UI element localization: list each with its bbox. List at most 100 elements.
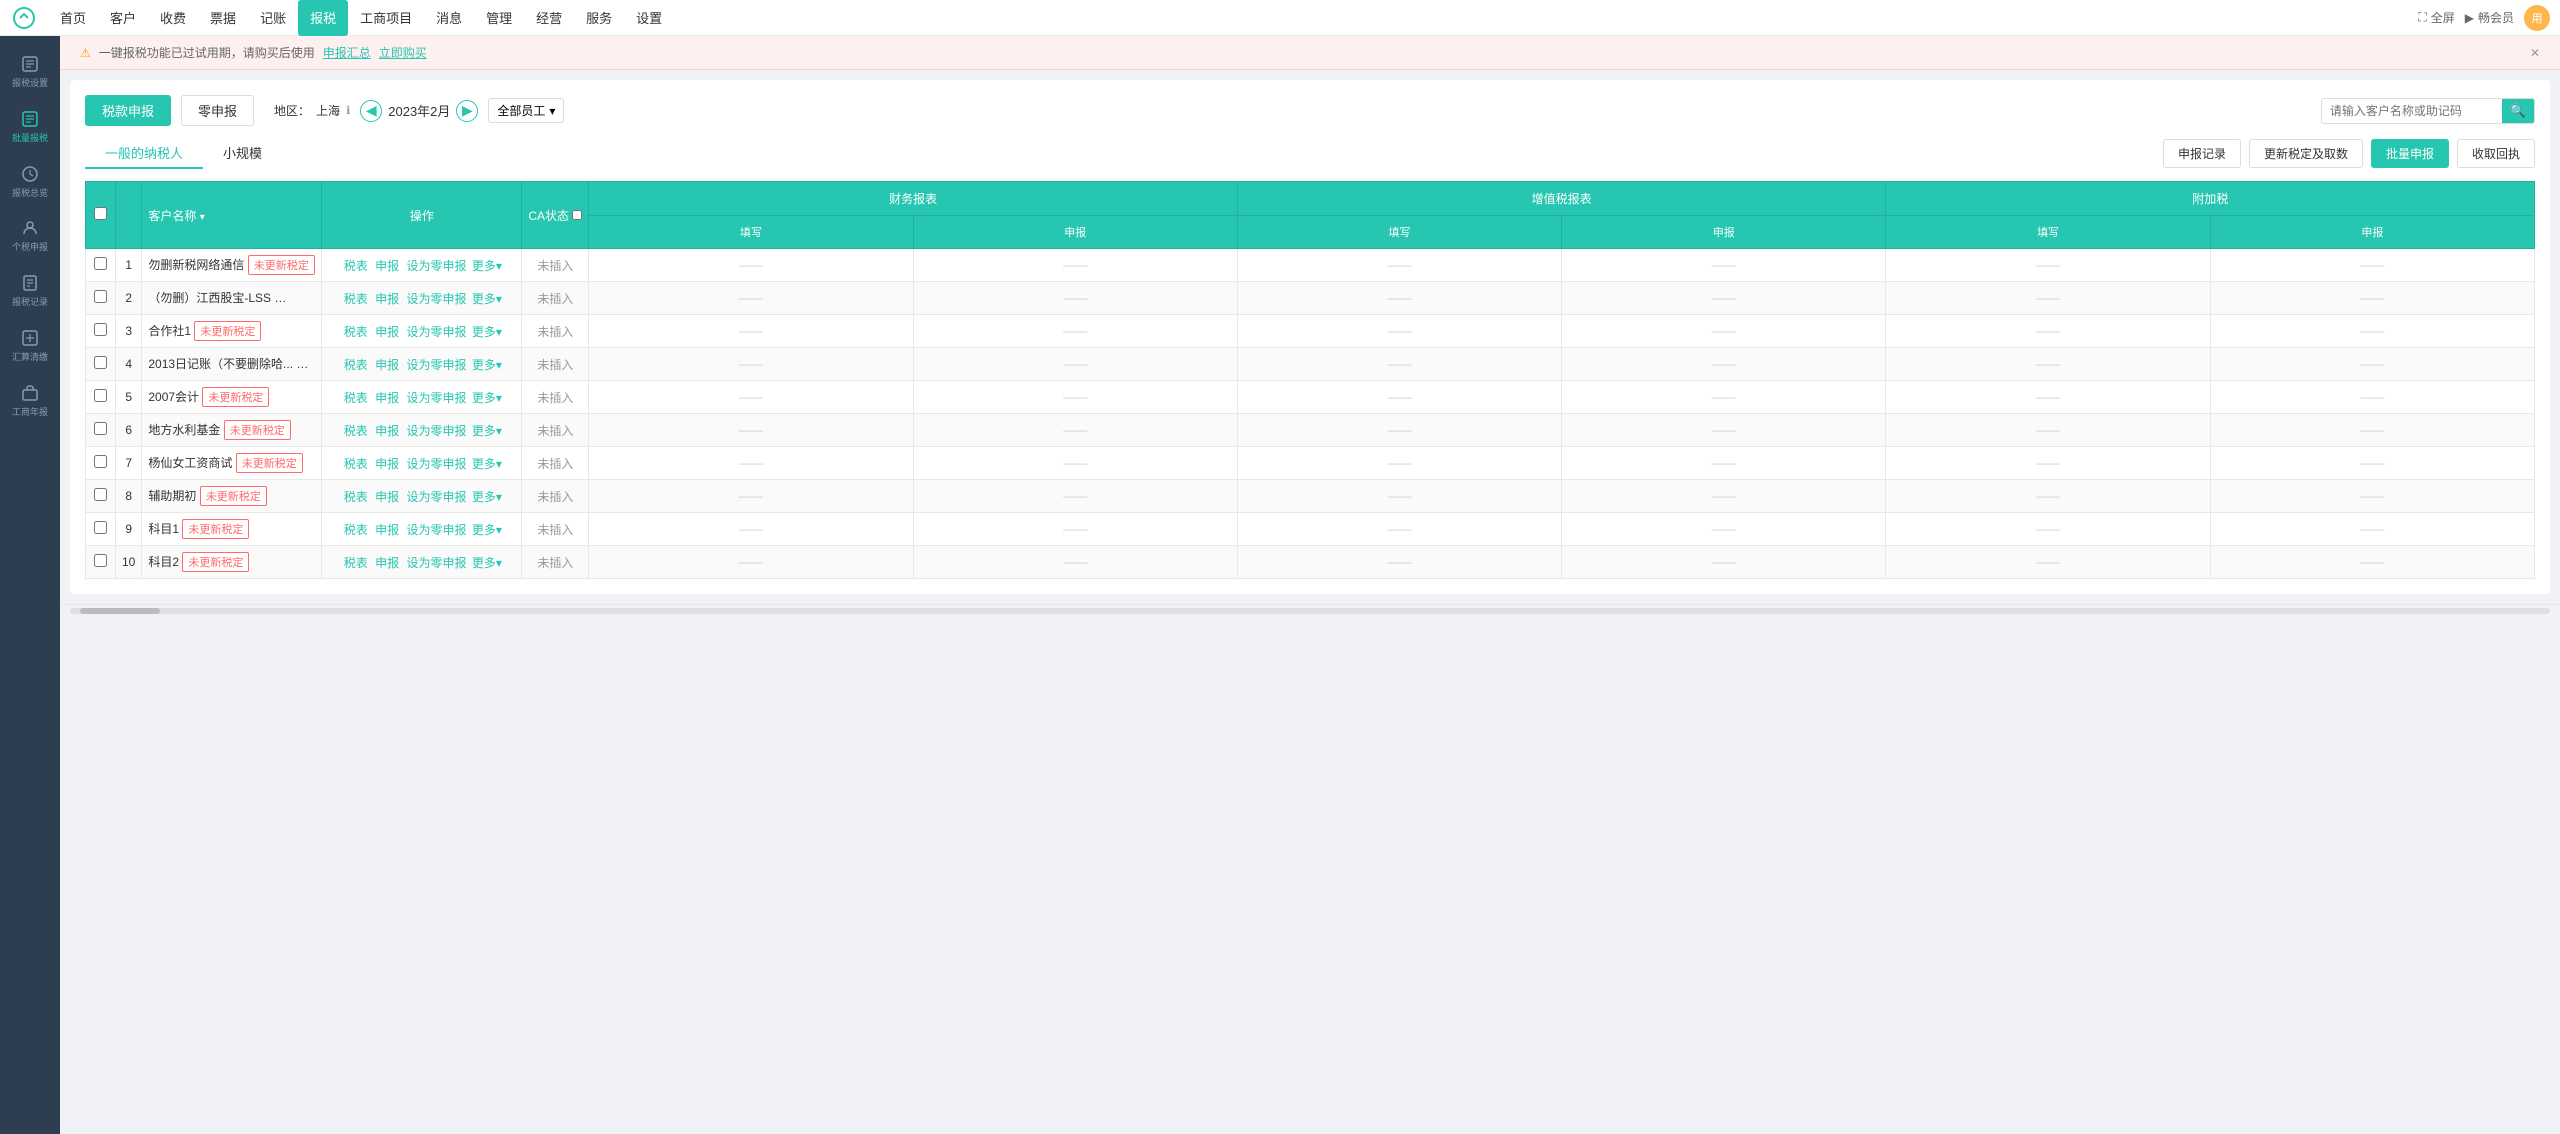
nav-item-operation[interactable]: 经营 — [524, 0, 574, 36]
main-layout: 报税设置 批量报税 报税总览 个税申报 报税记录 — [0, 36, 2560, 1134]
op-set-zero[interactable]: 设为零申报 — [407, 457, 467, 471]
op-submit[interactable]: 申报 — [375, 391, 399, 405]
update-norms-button[interactable]: 更新税定及取数 — [2249, 139, 2363, 168]
user-avatar[interactable]: 用 — [2524, 5, 2550, 31]
record-button[interactable]: 申报记录 — [2163, 139, 2241, 168]
row-checkbox-9[interactable] — [94, 554, 107, 567]
op-more[interactable]: 更多▾ — [472, 325, 502, 339]
nav-item-billing[interactable]: 收费 — [148, 0, 198, 36]
op-set-zero[interactable]: 设为零申报 — [407, 259, 467, 273]
row-checkbox-5[interactable] — [94, 422, 107, 435]
sidebar-item-batch-tax[interactable]: 批量报税 — [0, 99, 60, 154]
op-more[interactable]: 更多▾ — [472, 259, 502, 273]
op-tax-form[interactable]: 税表 — [344, 292, 368, 306]
fullscreen-button[interactable]: ⛶ 全屏 — [2418, 9, 2454, 26]
op-tax-form[interactable]: 税表 — [344, 358, 368, 372]
row-no: 5 — [116, 381, 142, 414]
sub-tab-small-scale[interactable]: 小规模 — [203, 138, 282, 169]
row-ca-status: 未插入 — [522, 315, 589, 348]
op-tax-form[interactable]: 税表 — [344, 391, 368, 405]
nav-item-business[interactable]: 工商项目 — [348, 0, 424, 36]
op-set-zero[interactable]: 设为零申报 — [407, 292, 467, 306]
row-checkbox-7[interactable] — [94, 488, 107, 501]
op-tax-form[interactable]: 税表 — [344, 457, 368, 471]
scroll-thumb[interactable] — [80, 608, 160, 614]
op-set-zero[interactable]: 设为零申报 — [407, 523, 467, 537]
op-submit[interactable]: 申报 — [375, 523, 399, 537]
row-checkbox-0[interactable] — [94, 257, 107, 270]
nav-item-service[interactable]: 服务 — [574, 0, 624, 36]
sidebar-item-personal-tax[interactable]: 个税申报 — [0, 208, 60, 263]
search-input[interactable] — [2322, 100, 2502, 122]
row-checkbox-4[interactable] — [94, 389, 107, 402]
nav-item-settings[interactable]: 设置 — [624, 0, 674, 36]
op-set-zero[interactable]: 设为零申报 — [407, 490, 467, 504]
select-all-checkbox[interactable] — [94, 207, 107, 220]
date-next-button[interactable]: ▶ — [456, 100, 478, 122]
op-submit[interactable]: 申报 — [375, 457, 399, 471]
nav-item-home[interactable]: 首页 — [48, 0, 98, 36]
member-button[interactable]: ▶ 畅会员 — [2465, 9, 2514, 26]
search-button[interactable]: 🔍 — [2502, 99, 2534, 123]
op-submit[interactable]: 申报 — [375, 358, 399, 372]
row-checkbox-8[interactable] — [94, 521, 107, 534]
op-tax-form[interactable]: 税表 — [344, 259, 368, 273]
date-prev-button[interactable]: ◀ — [360, 100, 382, 122]
row-financial-fill: —— — [589, 315, 913, 348]
ca-checkbox[interactable] — [572, 210, 582, 220]
nav-item-tax[interactable]: 报税 — [298, 0, 348, 36]
banner-link-buy[interactable]: 立即购买 — [379, 44, 427, 61]
horizontal-scrollbar[interactable] — [60, 604, 2560, 616]
nav-item-accounting[interactable]: 记账 — [248, 0, 298, 36]
staff-selector[interactable]: 全部员工 ▾ — [488, 98, 564, 123]
row-status-badge: 未更新税定 — [224, 420, 291, 440]
sidebar-item-tax-settings[interactable]: 报税设置 — [0, 44, 60, 99]
op-set-zero[interactable]: 设为零申报 — [407, 391, 467, 405]
nav-item-management[interactable]: 管理 — [474, 0, 524, 36]
nav-item-invoice[interactable]: 票据 — [198, 0, 248, 36]
op-submit[interactable]: 申报 — [375, 325, 399, 339]
op-submit[interactable]: 申报 — [375, 490, 399, 504]
op-more[interactable]: 更多▾ — [472, 556, 502, 570]
op-more[interactable]: 更多▾ — [472, 490, 502, 504]
op-more[interactable]: 更多▾ — [472, 523, 502, 537]
op-submit[interactable]: 申报 — [375, 424, 399, 438]
op-tax-form[interactable]: 税表 — [344, 490, 368, 504]
op-submit[interactable]: 申报 — [375, 292, 399, 306]
nav-item-message[interactable]: 消息 — [424, 0, 474, 36]
op-more[interactable]: 更多▾ — [472, 358, 502, 372]
tab-tax-declaration[interactable]: 税款申报 — [85, 95, 171, 126]
table-container: 客户名称 ▾ 操作 CA状态 财务报表 增值税报表 附加税 填写 申报 填写 申… — [85, 181, 2535, 579]
sidebar-item-tax-record[interactable]: 报税记录 — [0, 263, 60, 318]
op-submit[interactable]: 申报 — [375, 556, 399, 570]
op-tax-form[interactable]: 税表 — [344, 556, 368, 570]
op-more[interactable]: 更多▾ — [472, 457, 502, 471]
sidebar-item-business-report[interactable]: 工商年报 — [0, 373, 60, 428]
op-set-zero[interactable]: 设为零申报 — [407, 556, 467, 570]
op-more[interactable]: 更多▾ — [472, 424, 502, 438]
row-checkbox-6[interactable] — [94, 455, 107, 468]
row-tax-submit: —— — [1562, 282, 1886, 315]
tab-zero-declaration[interactable]: 零申报 — [181, 95, 254, 126]
batch-submit-button[interactable]: 批量申报 — [2371, 139, 2449, 168]
row-checkbox-3[interactable] — [94, 356, 107, 369]
sidebar-item-calc-clear[interactable]: 汇算清缴 — [0, 318, 60, 373]
banner-close-button[interactable]: ✕ — [2530, 46, 2540, 60]
retrieve-button[interactable]: 收取回执 — [2457, 139, 2535, 168]
nav-item-client[interactable]: 客户 — [98, 0, 148, 36]
op-tax-form[interactable]: 税表 — [344, 325, 368, 339]
op-more[interactable]: 更多▾ — [472, 391, 502, 405]
banner-link-summary[interactable]: 申报汇总 — [323, 44, 371, 61]
op-set-zero[interactable]: 设为零申报 — [407, 424, 467, 438]
sidebar-item-tax-overview[interactable]: 报税总览 — [0, 154, 60, 209]
op-set-zero[interactable]: 设为零申报 — [407, 358, 467, 372]
sub-tab-general[interactable]: 一般的纳税人 — [85, 138, 203, 169]
op-tax-form[interactable]: 税表 — [344, 424, 368, 438]
row-checkbox-2[interactable] — [94, 323, 107, 336]
op-set-zero[interactable]: 设为零申报 — [407, 325, 467, 339]
op-tax-form[interactable]: 税表 — [344, 523, 368, 537]
op-submit[interactable]: 申报 — [375, 259, 399, 273]
row-no: 7 — [116, 447, 142, 480]
op-more[interactable]: 更多▾ — [472, 292, 502, 306]
row-checkbox-1[interactable] — [94, 290, 107, 303]
